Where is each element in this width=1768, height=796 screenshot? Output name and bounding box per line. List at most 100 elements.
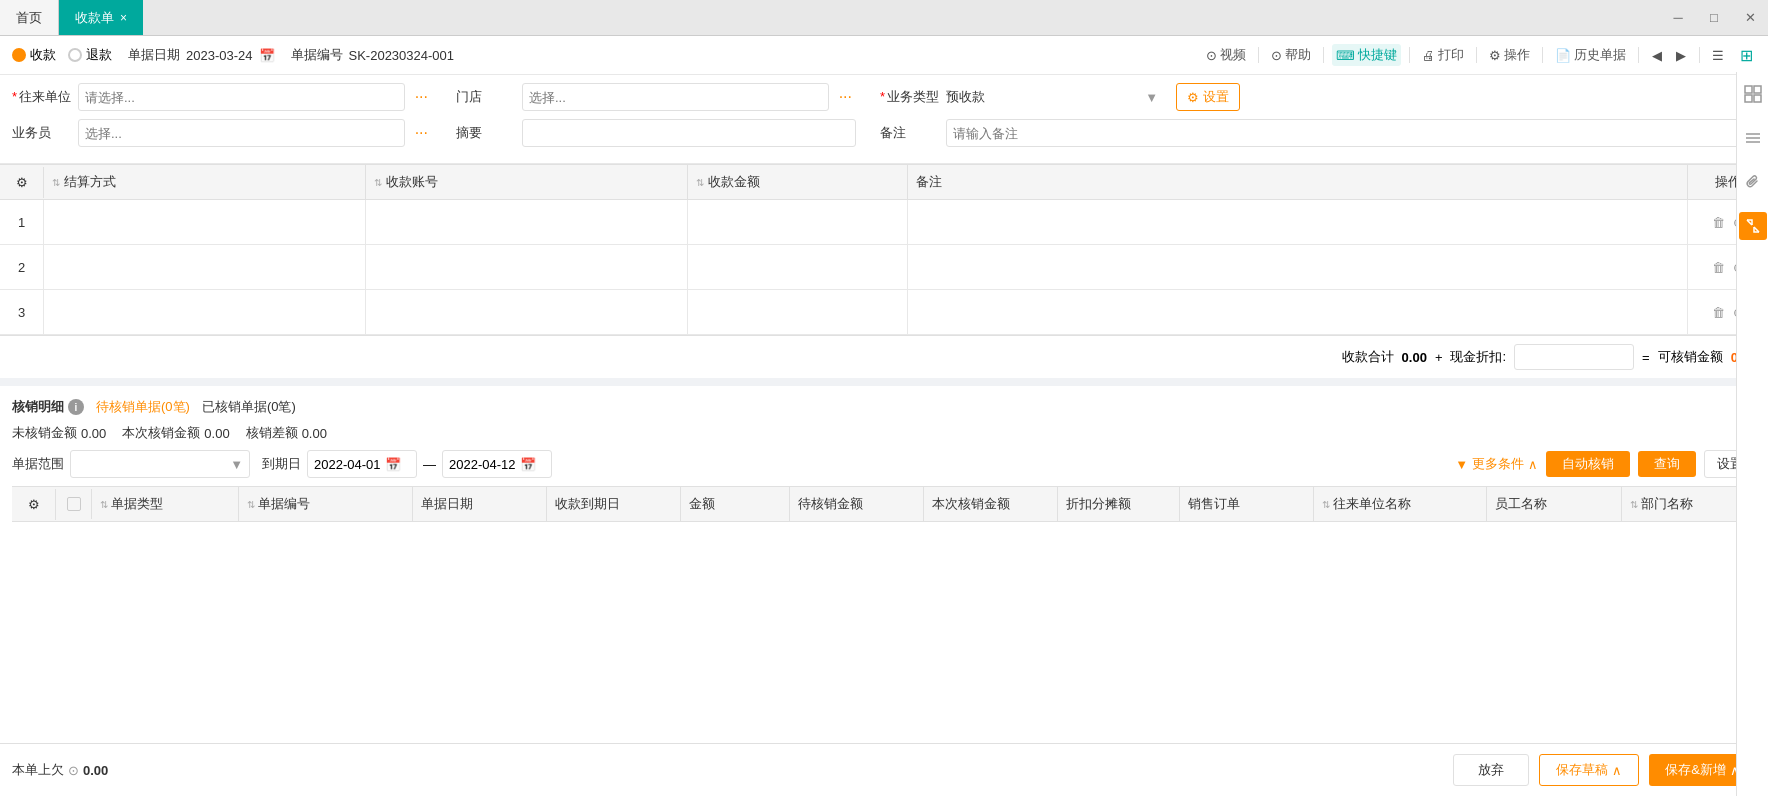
settings-button[interactable]: ⚙ 设置 — [1176, 83, 1240, 111]
current-value: 0.00 — [204, 426, 229, 441]
amount-sort-icon[interactable]: ⇅ — [696, 177, 704, 188]
close-button[interactable]: ✕ — [1732, 0, 1768, 36]
bth-check[interactable] — [56, 489, 92, 519]
receipt-radio[interactable]: 收款 — [12, 46, 56, 64]
delete-icon-1[interactable]: 🗑 — [1712, 215, 1725, 230]
date-to-input[interactable]: 2022-04-12 📅 — [442, 450, 552, 478]
date-calendar-icon[interactable]: 📅 — [259, 48, 275, 63]
td-account-1[interactable] — [366, 200, 688, 244]
store-more-btn[interactable]: ··· — [835, 88, 856, 106]
date-value: 2023-03-24 — [186, 48, 253, 63]
partner-input[interactable] — [78, 83, 405, 111]
verifiable-label: 可核销金额 — [1658, 348, 1723, 366]
receipt-radio-circle — [12, 48, 26, 62]
delete-icon-2[interactable]: 🗑 — [1712, 260, 1725, 275]
operation-btn[interactable]: ⚙ 操作 — [1485, 44, 1534, 66]
minimize-button[interactable]: ─ — [1660, 0, 1696, 36]
next-arrow[interactable]: ▶ — [1671, 45, 1691, 65]
delete-icon-3[interactable]: 🗑 — [1712, 305, 1725, 320]
date-from-icon[interactable]: 📅 — [385, 457, 401, 472]
td-remark-2[interactable] — [908, 245, 1688, 289]
print-btn[interactable]: 🖨 打印 — [1418, 44, 1468, 66]
row-num-3: 3 — [18, 305, 25, 320]
verif-info-icon[interactable]: i — [68, 399, 84, 415]
bth-wait: 待核销金额 — [790, 487, 924, 521]
tab-receipt[interactable]: 收款单 × — [59, 0, 143, 35]
date-to-icon[interactable]: 📅 — [520, 457, 536, 472]
bth-due: 收款到期日 — [547, 487, 681, 521]
diff-value: 0.00 — [302, 426, 327, 441]
done-tab[interactable]: 已核销单据(0笔) — [202, 398, 296, 416]
maximize-button[interactable]: □ — [1696, 0, 1732, 36]
staff-input[interactable] — [78, 119, 405, 147]
biz-type-arrow[interactable]: ▼ — [1145, 90, 1158, 105]
footer-info-icon[interactable]: ⊙ — [68, 763, 79, 778]
date-from-input[interactable]: 2022-04-01 📅 — [307, 450, 417, 478]
more-conditions-btn[interactable]: ▼ 更多条件 ∧ — [1455, 455, 1538, 473]
header-checkbox[interactable] — [67, 497, 81, 511]
range-select[interactable]: ▼ — [70, 450, 250, 478]
pending-tab[interactable]: 待核销单据(0笔) — [96, 398, 190, 416]
td-num-2: 2 — [0, 245, 44, 289]
filter-left: 单据范围 ▼ 到期日 2022-04-01 📅 — 2022-04-12 — [12, 450, 552, 478]
partner-field: 往来单位 ··· — [12, 83, 432, 111]
th-amount: ⇅ 收款金额 — [688, 165, 908, 199]
th-gear[interactable]: ⚙ — [0, 167, 44, 198]
td-num-1: 1 — [0, 200, 44, 244]
biz-type-field: 业务类型 预收款 ▼ ⚙ 设置 — [880, 83, 1240, 111]
td-account-3[interactable] — [366, 290, 688, 334]
type-sort-icon[interactable]: ⇅ — [100, 499, 108, 510]
staff-more-btn[interactable]: ··· — [411, 124, 432, 142]
list-layout-btn[interactable]: ☰ — [1708, 45, 1728, 65]
window-controls: ─ □ ✕ — [1660, 0, 1768, 36]
remark-field: 备注 — [880, 119, 1756, 147]
prev-arrow[interactable]: ◀ — [1647, 45, 1667, 65]
unverified-stat: 未核销金额 0.00 — [12, 424, 106, 442]
bth-gear[interactable]: ⚙ — [12, 489, 56, 520]
dept-sort-icon[interactable]: ⇅ — [1630, 499, 1638, 510]
partner-sort-icon[interactable]: ⇅ — [1322, 499, 1330, 510]
bth-date: 单据日期 — [413, 487, 547, 521]
sidebar-table-icon[interactable] — [1739, 80, 1767, 108]
td-amount-1[interactable] — [688, 200, 908, 244]
table-row: 1 🗑 ⊕ — [0, 200, 1768, 245]
remark-input[interactable] — [946, 119, 1756, 147]
discount-input[interactable] — [1514, 344, 1634, 370]
td-remark-3[interactable] — [908, 290, 1688, 334]
bth-staff: 员工名称 — [1487, 487, 1621, 521]
video-btn[interactable]: ⊙ 视频 — [1202, 44, 1250, 66]
save-draft-btn[interactable]: 保存草稿 ∧ — [1539, 754, 1639, 786]
query-btn[interactable]: 查询 — [1638, 451, 1696, 477]
td-amount-2[interactable] — [688, 245, 908, 289]
abandon-btn[interactable]: 放弃 — [1453, 754, 1529, 786]
num-sort-icon[interactable]: ⇅ — [247, 499, 255, 510]
td-settle-3[interactable] — [44, 290, 366, 334]
top-toolbar: 收款 退款 单据日期 2023-03-24 📅 单据编号 SK-20230324… — [0, 36, 1768, 75]
settle-sort-icon[interactable]: ⇅ — [52, 177, 60, 188]
summary-input[interactable] — [522, 119, 856, 147]
tab-close-icon[interactable]: × — [120, 11, 127, 25]
td-remark-1[interactable] — [908, 200, 1688, 244]
partner-more-btn[interactable]: ··· — [411, 88, 432, 106]
refund-radio[interactable]: 退款 — [68, 46, 112, 64]
auto-verify-btn[interactable]: 自动核销 — [1546, 451, 1630, 477]
verif-stats: 未核销金额 0.00 本次核销金额 0.00 核销差额 0.00 — [12, 424, 1756, 442]
staff-label: 业务员 — [12, 124, 72, 142]
row-num-1: 1 — [18, 215, 25, 230]
tab-home[interactable]: 首页 — [0, 0, 59, 35]
shortcut-btn[interactable]: ⌨ 快捷键 — [1332, 44, 1401, 66]
sidebar-attachment-icon[interactable] — [1739, 168, 1767, 196]
sidebar-list-icon[interactable] — [1739, 124, 1767, 152]
td-amount-3[interactable] — [688, 290, 908, 334]
td-account-2[interactable] — [366, 245, 688, 289]
account-sort-icon[interactable]: ⇅ — [374, 177, 382, 188]
store-input[interactable] — [522, 83, 829, 111]
help-btn[interactable]: ⊙ 帮助 — [1267, 44, 1315, 66]
table-icon-svg — [1744, 85, 1762, 103]
grid-layout-btn[interactable]: ⊞ — [1736, 45, 1756, 65]
td-settle-2[interactable] — [44, 245, 366, 289]
filter-right: ▼ 更多条件 ∧ 自动核销 查询 设置 — [1455, 450, 1756, 478]
sidebar-expand-icon[interactable] — [1739, 212, 1767, 240]
history-btn[interactable]: 📄 历史单据 — [1551, 44, 1630, 66]
td-settle-1[interactable] — [44, 200, 366, 244]
